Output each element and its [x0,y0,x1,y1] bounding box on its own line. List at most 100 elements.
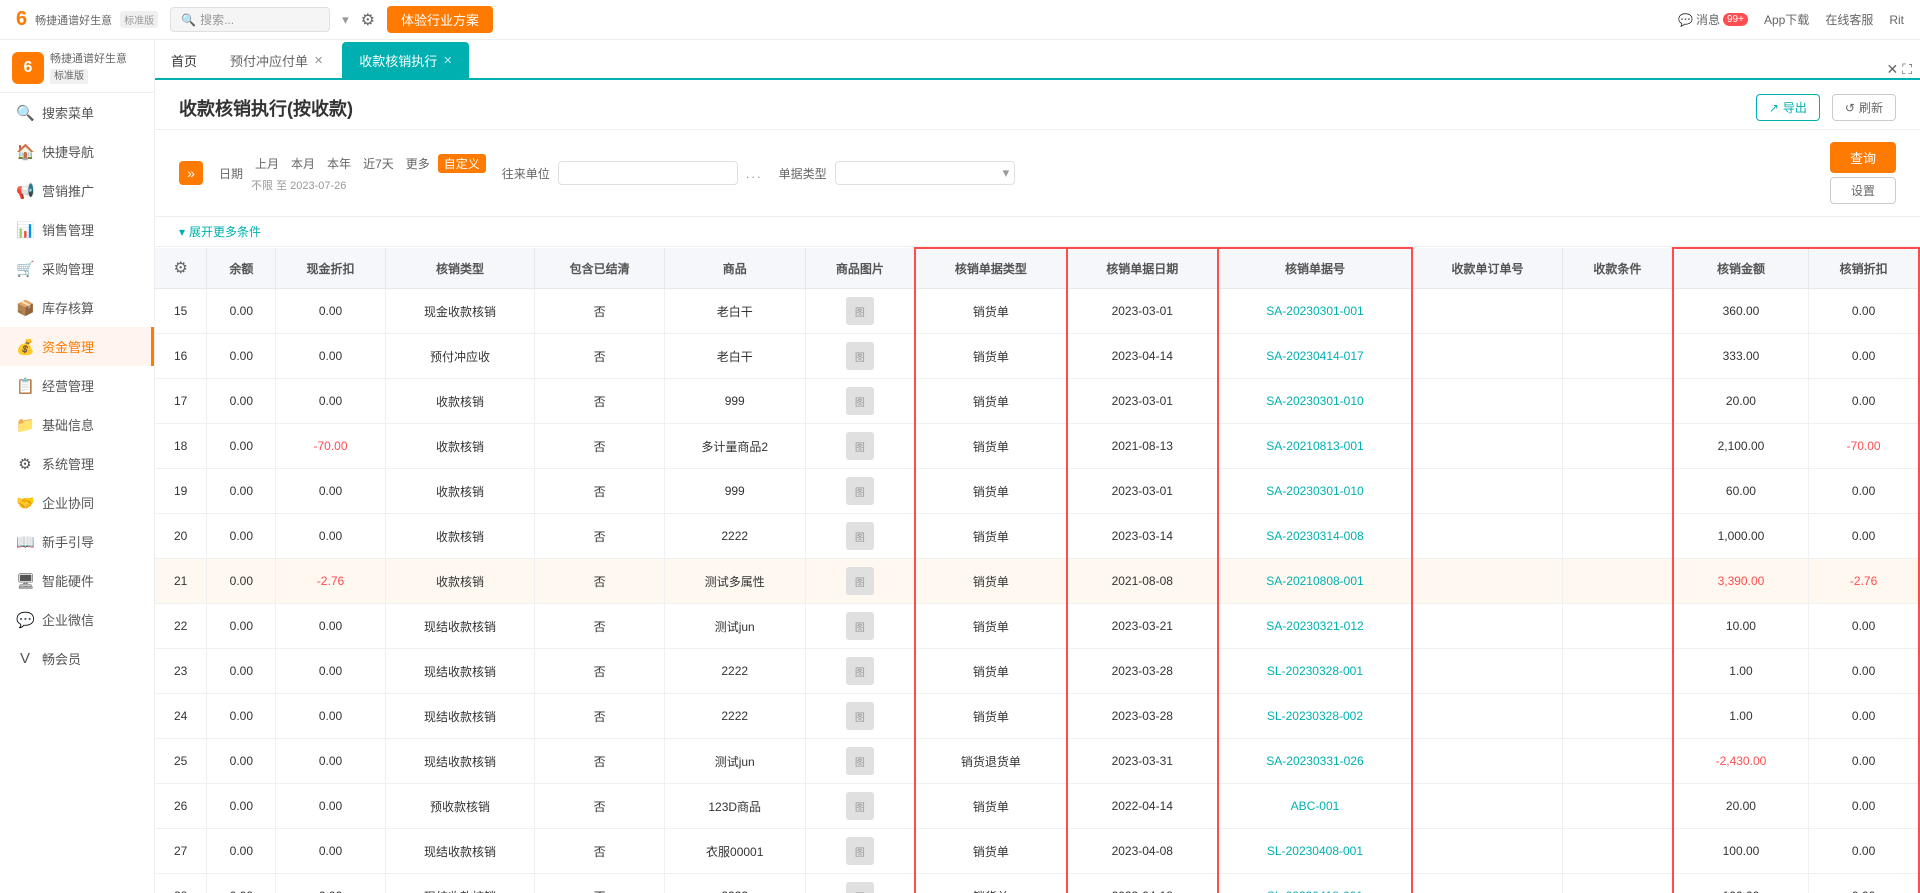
row-cash-discount: 0.00 [276,289,385,334]
user-name: Rit [1889,13,1904,27]
msg-btn[interactable]: 💬 消息 99+ [1678,11,1748,28]
refresh-button[interactable]: ↺ 刷新 [1832,94,1896,121]
sidebar-label-hardware: 智能硬件 [42,571,94,590]
sidebar-item-basic[interactable]: 📁 基础信息 [0,405,154,444]
export-button[interactable]: ↗ 导出 [1756,94,1820,121]
settings-button[interactable]: 设置 [1830,177,1896,204]
row-writeoff-bill-no[interactable]: SA-20210808-001 [1218,559,1412,604]
search-icon: 🔍 [16,104,34,122]
system-icon: ⚙ [16,455,34,473]
row-writeoff-bill-type: 销货单 [915,334,1066,379]
sidebar-item-inventory[interactable]: 📦 库存核算 [0,288,154,327]
sidebar-item-nav[interactable]: 🏠 快捷导航 [0,132,154,171]
sidebar-item-finance[interactable]: 💰 资金管理 [0,327,154,366]
row-receipt-condition [1563,559,1673,604]
row-receipt-order-no [1412,379,1563,424]
col-settings[interactable]: ⚙ [155,248,207,289]
sidebar-item-manage[interactable]: 📋 经营管理 [0,366,154,405]
table-row: 20 0.00 0.00 收款核销 否 2222 图 销货单 2023-03-1… [155,514,1919,559]
goods-img-cell: 图 [805,289,915,334]
app-download-btn[interactable]: App下载 [1764,11,1809,28]
billtype-select[interactable] [835,161,1015,185]
row-cash-discount: 0.00 [276,604,385,649]
sidebar-item-purchase[interactable]: 🛒 采购管理 [0,249,154,288]
row-writeoff-bill-type: 销货单 [915,424,1066,469]
this-year-btn[interactable]: 本年 [323,154,355,173]
tab-prepay[interactable]: 预付冲应付单 ✕ [213,42,340,78]
more-btn[interactable]: 更多 [402,154,434,173]
row-writeoff-discount: 0.00 [1809,829,1919,874]
industry-btn[interactable]: 体验行业方案 [387,6,493,33]
query-button[interactable]: 查询 [1830,142,1896,173]
sidebar-item-guide[interactable]: 📖 新手引导 [0,522,154,561]
bill-no-link[interactable]: SA-20230301-001 [1266,304,1363,318]
sidebar-item-search[interactable]: 🔍 搜索菜单 [0,93,154,132]
row-receipt-condition [1563,649,1673,694]
bill-no-link[interactable]: SL-20230328-001 [1267,664,1363,678]
bill-no-link[interactable]: SA-20230314-008 [1266,529,1363,543]
sidebar-item-member[interactable]: V 畅会员 [0,639,154,678]
row-writeoff-bill-no[interactable]: SA-20230414-017 [1218,334,1412,379]
settings-icon[interactable]: ⚙ [361,10,375,30]
tab-home[interactable]: 首页 [155,43,213,78]
last7-btn[interactable]: 近7天 [359,154,398,173]
sidebar-item-hardware[interactable]: 🖥 智能硬件 [0,561,154,600]
row-writeoff-type: 预收款核销 [385,784,535,829]
bill-no-link[interactable]: SA-20210813-001 [1266,439,1363,453]
filter-expand-btn[interactable]: » [179,161,203,185]
row-writeoff-bill-date: 2022-04-14 [1067,784,1218,829]
row-writeoff-bill-no[interactable]: SL-20230328-001 [1218,649,1412,694]
row-no: 28 [155,874,207,893]
sidebar-item-sales[interactable]: 📊 销售管理 [0,210,154,249]
dropdown-icon[interactable]: ▾ [342,12,349,28]
row-include-settled: 否 [535,379,665,424]
top-search[interactable]: 🔍搜索... [170,7,330,32]
row-writeoff-bill-no[interactable]: ABC-001 [1218,784,1412,829]
row-writeoff-bill-no[interactable]: SA-20230331-026 [1218,739,1412,784]
sidebar-item-collab[interactable]: 🤝 企业协同 [0,483,154,522]
bill-no-link[interactable]: ABC-001 [1291,799,1340,813]
online-service-btn[interactable]: 在线客服 [1825,11,1873,28]
bill-no-link[interactable]: SL-20230328-002 [1267,709,1363,723]
sidebar-item-system[interactable]: ⚙ 系统管理 [0,444,154,483]
row-writeoff-type: 现结收款核销 [385,829,535,874]
row-cash-discount: 0.00 [276,379,385,424]
row-writeoff-bill-no[interactable]: SA-20230301-010 [1218,469,1412,514]
row-writeoff-bill-no[interactable]: SL-20230408-001 [1218,829,1412,874]
row-writeoff-bill-no[interactable]: SA-20230314-008 [1218,514,1412,559]
window-expand-icon[interactable]: ⛶ [1902,61,1912,78]
expand-conditions[interactable]: ▾ 展开更多条件 [155,217,1920,247]
tab-close-prepay[interactable]: ✕ [314,54,323,67]
this-month-btn[interactable]: 本月 [287,154,319,173]
row-writeoff-bill-no[interactable]: SL-20230328-002 [1218,694,1412,739]
custom-btn[interactable]: 自定义 [438,154,486,173]
tab-writeoff[interactable]: 收款核销执行 ✕ [342,42,469,78]
last-month-btn[interactable]: 上月 [251,154,283,173]
sidebar-item-wechat[interactable]: 💬 企业微信 [0,600,154,639]
window-close-icon[interactable]: ✕ [1886,61,1898,78]
row-receipt-condition [1563,604,1673,649]
row-include-settled: 否 [535,514,665,559]
bill-no-link[interactable]: SA-20230414-017 [1266,349,1363,363]
sidebar-item-marketing[interactable]: 📢 营销推广 [0,171,154,210]
gear-button[interactable]: ⚙ [174,258,188,278]
row-writeoff-bill-no[interactable]: SL-20230418-001 [1218,874,1412,893]
row-writeoff-bill-no[interactable]: SA-20230301-001 [1218,289,1412,334]
bill-no-link[interactable]: SA-20230301-010 [1266,394,1363,408]
row-writeoff-bill-no[interactable]: SA-20230301-010 [1218,379,1412,424]
bill-no-link[interactable]: SA-20230301-010 [1266,484,1363,498]
bill-no-link[interactable]: SA-20210808-001 [1266,574,1363,588]
guide-icon: 📖 [16,533,34,551]
row-receipt-order-no [1412,694,1563,739]
tab-close-writeoff[interactable]: ✕ [443,54,452,67]
bill-no-link[interactable]: SA-20230321-012 [1266,619,1363,633]
row-balance: 0.00 [207,874,276,893]
bill-no-link[interactable]: SA-20230331-026 [1266,754,1363,768]
row-writeoff-bill-no[interactable]: SA-20230321-012 [1218,604,1412,649]
bill-no-link[interactable]: SL-20230418-001 [1267,889,1363,893]
bill-no-link[interactable]: SL-20230408-001 [1267,844,1363,858]
party-input[interactable] [558,161,738,185]
col-writeoff-type: 核销类型 [385,248,535,289]
row-include-settled: 否 [535,334,665,379]
row-writeoff-bill-no[interactable]: SA-20210813-001 [1218,424,1412,469]
